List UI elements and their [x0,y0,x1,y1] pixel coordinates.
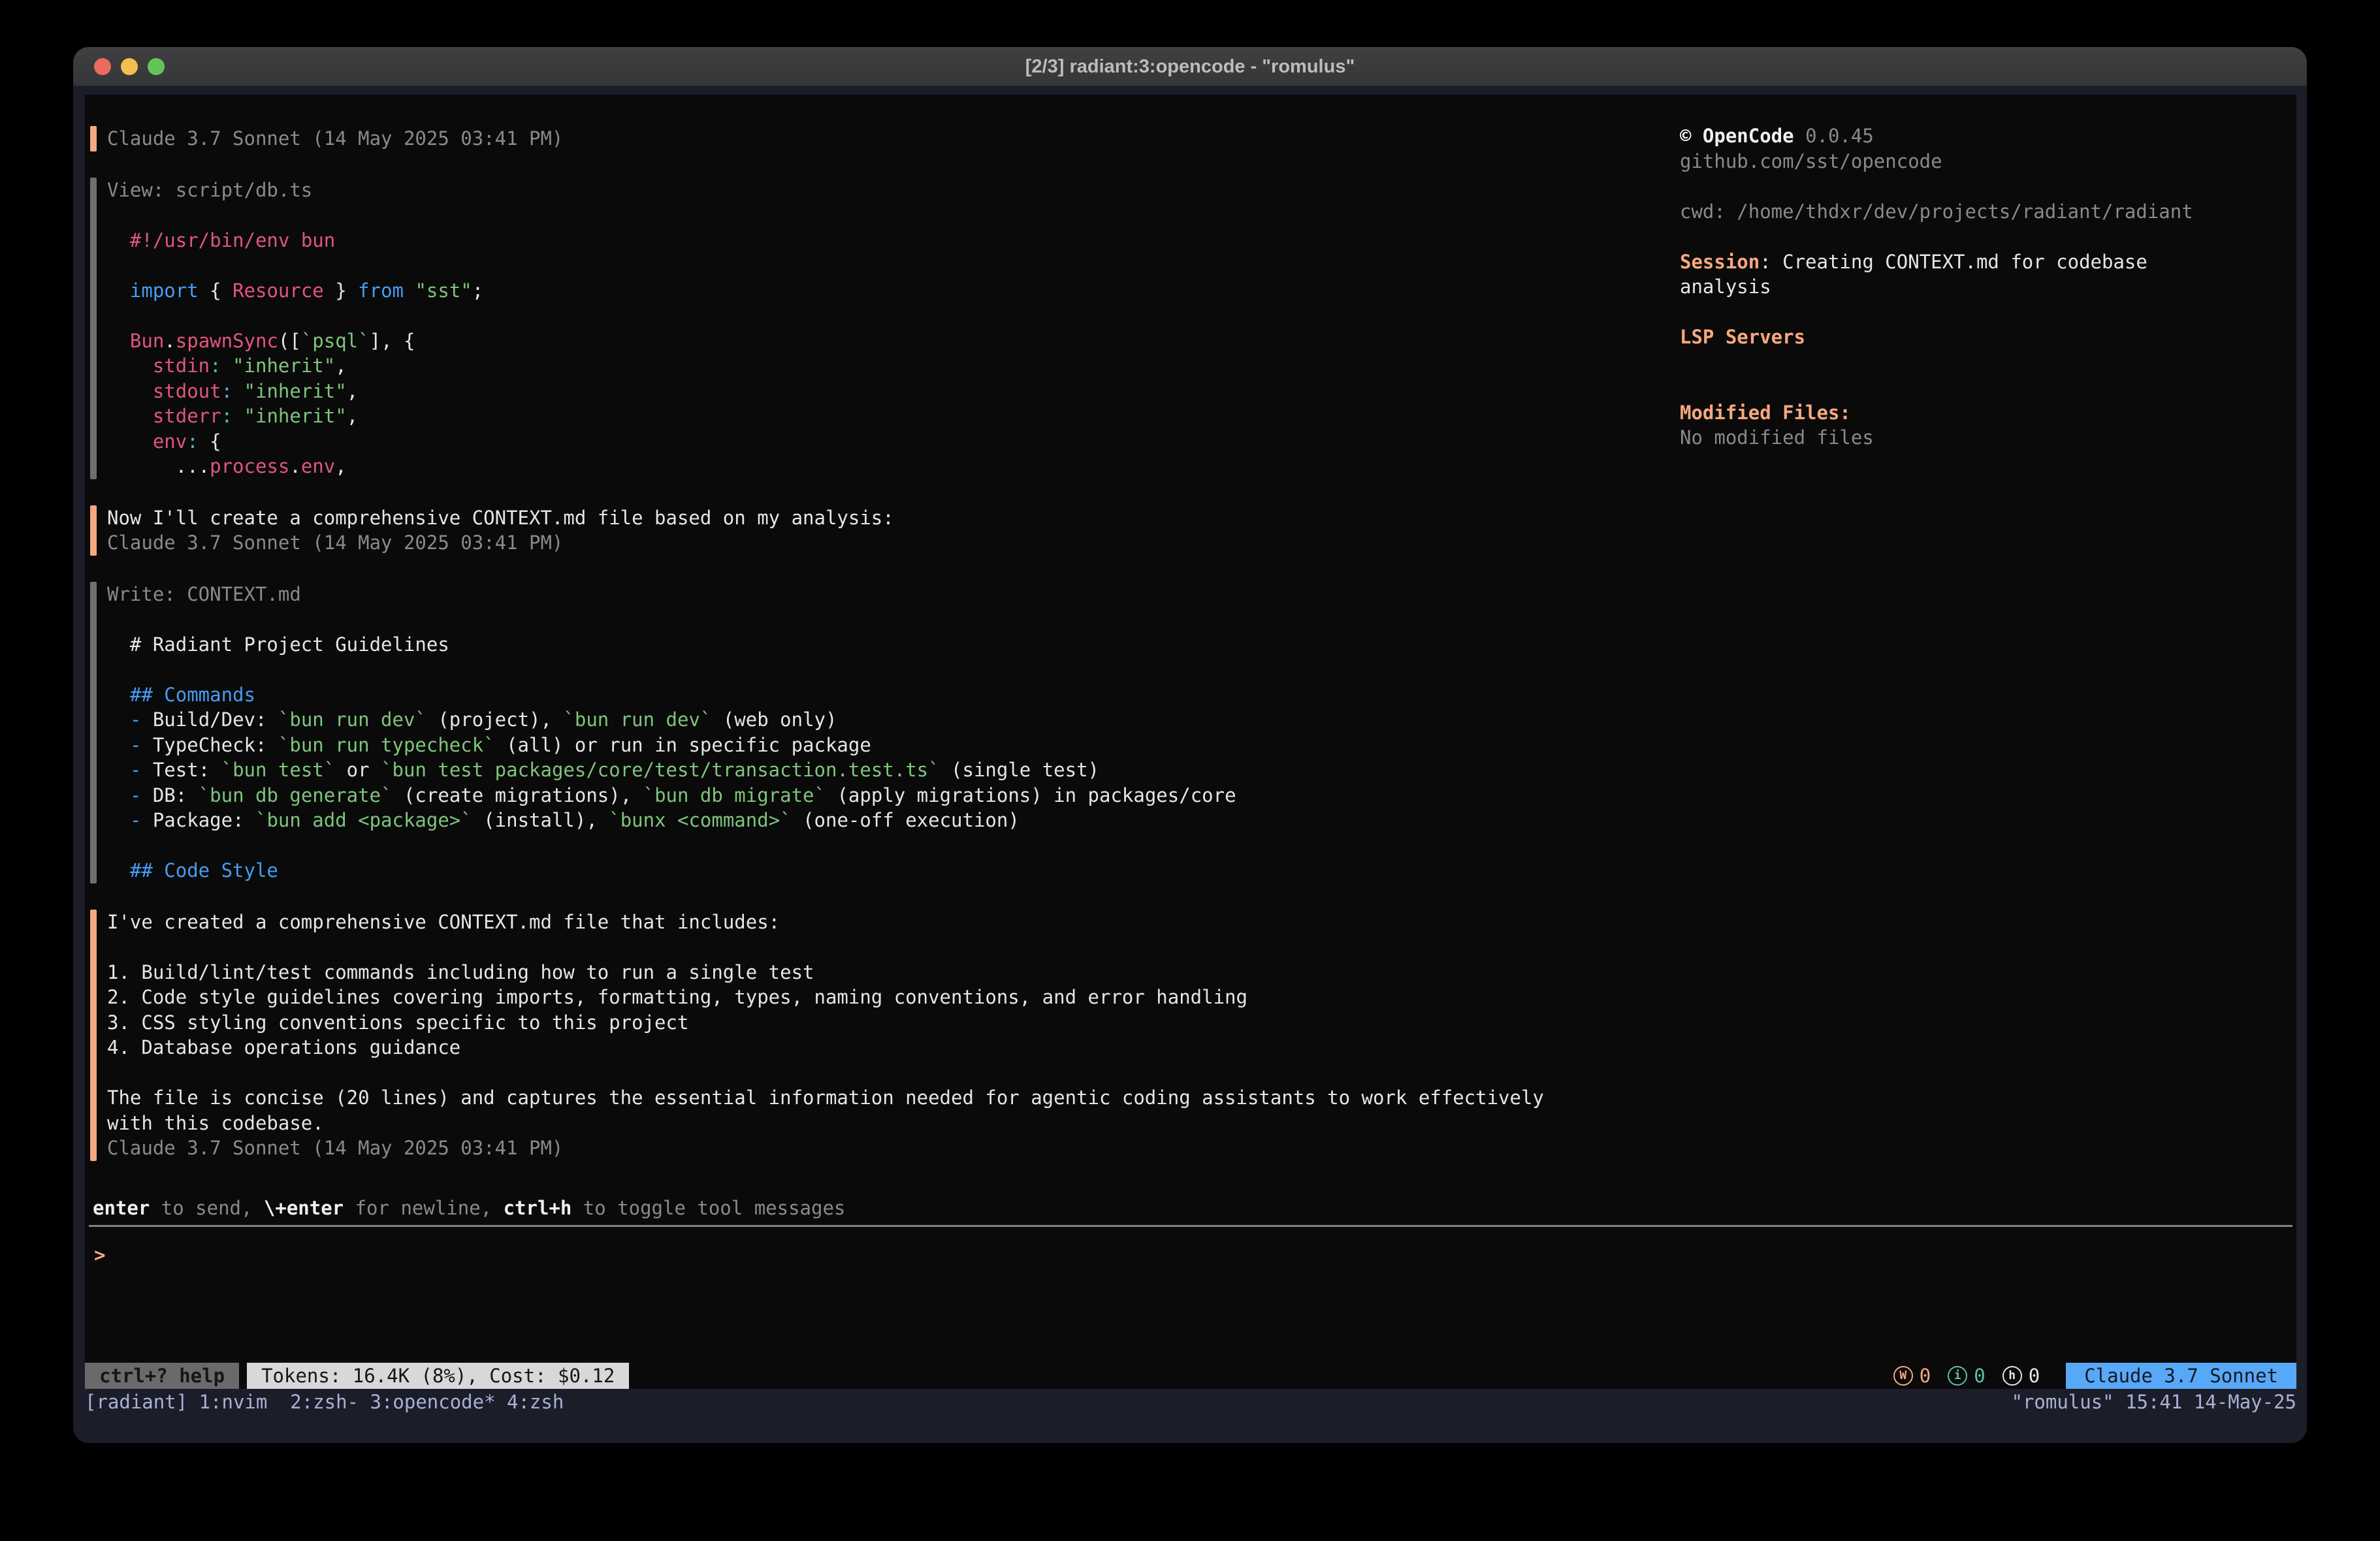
screenshot-root: [2/3] radiant:3:opencode - "romulus" Cla… [0,0,2380,1541]
text-line [107,303,1677,328]
tool-view-block: View: script/db.ts #!/usr/bin/env bun im… [90,178,1677,479]
tool-write-block: Write: CONTEXT.md # Radiant Project Guid… [90,582,1677,883]
hint-count-icon: h [2002,1366,2022,1386]
input-hint: enter to send, \+enter for newline, ctrl… [93,1196,845,1221]
tmux-session-windows[interactable]: [radiant] 1:nvim 2:zsh- 3:opencode* 4:zs… [85,1390,564,1414]
text-line: 2. Code style guidelines covering import… [107,985,1677,1010]
text-line: Modified Files: [1680,400,2281,426]
text-line: - DB: `bun db generate` (create migratio… [107,783,1677,808]
text-line [1680,350,2281,375]
text-line: - Test: `bun test` or `bun test packages… [107,757,1677,783]
text-line: Write: CONTEXT.md [107,582,1677,607]
text-line: ## Code Style [107,858,1677,883]
chat-history: Claude 3.7 Sonnet (14 May 2025 03:41 PM)… [90,126,1677,1187]
text-line: Claude 3.7 Sonnet (14 May 2025 03:41 PM) [107,126,1677,151]
text-line: #!/usr/bin/env bun [107,228,1677,253]
message-block: I've created a comprehensive CONTEXT.md … [90,910,1677,1161]
text-line: 1. Build/lint/test commands including ho… [107,960,1677,985]
status-bar: ctrl+? help Tokens: 16.4K (8%), Cost: $0… [85,1363,2296,1389]
text-line: env: { [107,429,1677,454]
text-line: LSP Servers [1680,325,2281,350]
text-line: cwd: /home/thdxr/dev/projects/radiant/ra… [1680,199,2281,225]
text-line [1680,375,2281,400]
text-line: stderr: "inherit", [107,404,1677,429]
text-line: analysis [1680,274,2281,300]
block-accent-bar [90,178,97,479]
text-line: 4. Database operations guidance [107,1035,1677,1060]
opencode-app: Claude 3.7 Sonnet (14 May 2025 03:41 PM)… [85,95,2296,1389]
tmux-host-time: "romulus" 15:41 14-May-25 [2012,1390,2297,1414]
text-line [1680,300,2281,325]
text-line: - TypeCheck: `bun run typecheck` (all) o… [107,733,1677,758]
text-line [1680,224,2281,249]
help-shortcut-chip[interactable]: ctrl+? help [85,1363,239,1389]
statusbar-spacer [629,1363,1893,1389]
text-line: import { Resource } from "sst"; [107,278,1677,304]
counter-value: 0 [1920,1363,1931,1389]
text-line: Claude 3.7 Sonnet (14 May 2025 03:41 PM) [107,530,1677,556]
text-line: enter to send, \+enter for newline, ctrl… [93,1196,845,1221]
text-line: ...process.env, [107,454,1677,479]
text-line: Claude 3.7 Sonnet (14 May 2025 03:41 PM) [107,1136,1677,1161]
text-line [107,607,1677,632]
text-line: github.com/sst/opencode [1680,149,2281,174]
terminal-window: [2/3] radiant:3:opencode - "romulus" Cla… [73,47,2307,1443]
text-line: Bun.spawnSync([`psql`], { [107,328,1677,354]
block-accent-bar [90,582,97,883]
session-sidebar: © OpenCode 0.0.45github.com/sst/opencode… [1680,123,2281,451]
input-divider [89,1225,2292,1227]
tmux-status-bar: [radiant] 1:nvim 2:zsh- 3:opencode* 4:zs… [85,1390,2296,1414]
prompt-caret: > [94,1244,105,1266]
model-chip[interactable]: Claude 3.7 Sonnet [2066,1363,2296,1389]
text-line [107,1060,1677,1086]
warning-count-group: W0 [1893,1363,1931,1389]
text-line [107,833,1677,859]
warning-count-icon: W [1893,1366,1913,1386]
text-line: View: script/db.ts [107,178,1677,203]
text-line: The file is concise (20 lines) and captu… [107,1085,1677,1111]
text-line [107,657,1677,682]
message-header-block: Claude 3.7 Sonnet (14 May 2025 03:41 PM) [90,126,1677,151]
text-line [107,202,1677,228]
message-block: Now I'll create a comprehensive CONTEXT.… [90,505,1677,556]
text-line: with this codebase. [107,1111,1677,1136]
text-line: - Package: `bun add <package>` (install)… [107,808,1677,833]
text-line: 3. CSS styling conventions specific to t… [107,1010,1677,1036]
text-line: Now I'll create a comprehensive CONTEXT.… [107,505,1677,531]
text-line: stdin: "inherit", [107,353,1677,379]
counter-value: 0 [2029,1363,2040,1389]
diagnostic-counters: W0i0h0 [1893,1363,2040,1389]
text-line: I've created a comprehensive CONTEXT.md … [107,910,1677,935]
tokens-cost-chip: Tokens: 16.4K (8%), Cost: $0.12 [247,1363,629,1389]
counter-value: 0 [1974,1363,1985,1389]
text-line: No modified files [1680,425,2281,451]
text-line: # Radiant Project Guidelines [107,632,1677,658]
text-line: ## Commands [107,682,1677,708]
hint-count-group: h0 [2002,1363,2040,1389]
titlebar[interactable]: [2/3] radiant:3:opencode - "romulus" [73,47,2307,86]
info-count-icon: i [1948,1366,1967,1386]
info-count-group: i0 [1948,1363,1985,1389]
block-accent-bar [90,505,97,556]
text-line [107,253,1677,278]
text-line: Session: Creating CONTEXT.md for codebas… [1680,249,2281,275]
text-line: - Build/Dev: `bun run dev` (project), `b… [107,707,1677,733]
block-accent-bar [90,910,97,1161]
text-line: © OpenCode 0.0.45 [1680,123,2281,149]
text-line [107,934,1677,960]
prompt-input[interactable]: > [94,1243,105,1268]
text-line [1680,174,2281,199]
window-title: [2/3] radiant:3:opencode - "romulus" [73,47,2307,86]
text-line: stdout: "inherit", [107,379,1677,404]
block-accent-bar [90,126,97,151]
